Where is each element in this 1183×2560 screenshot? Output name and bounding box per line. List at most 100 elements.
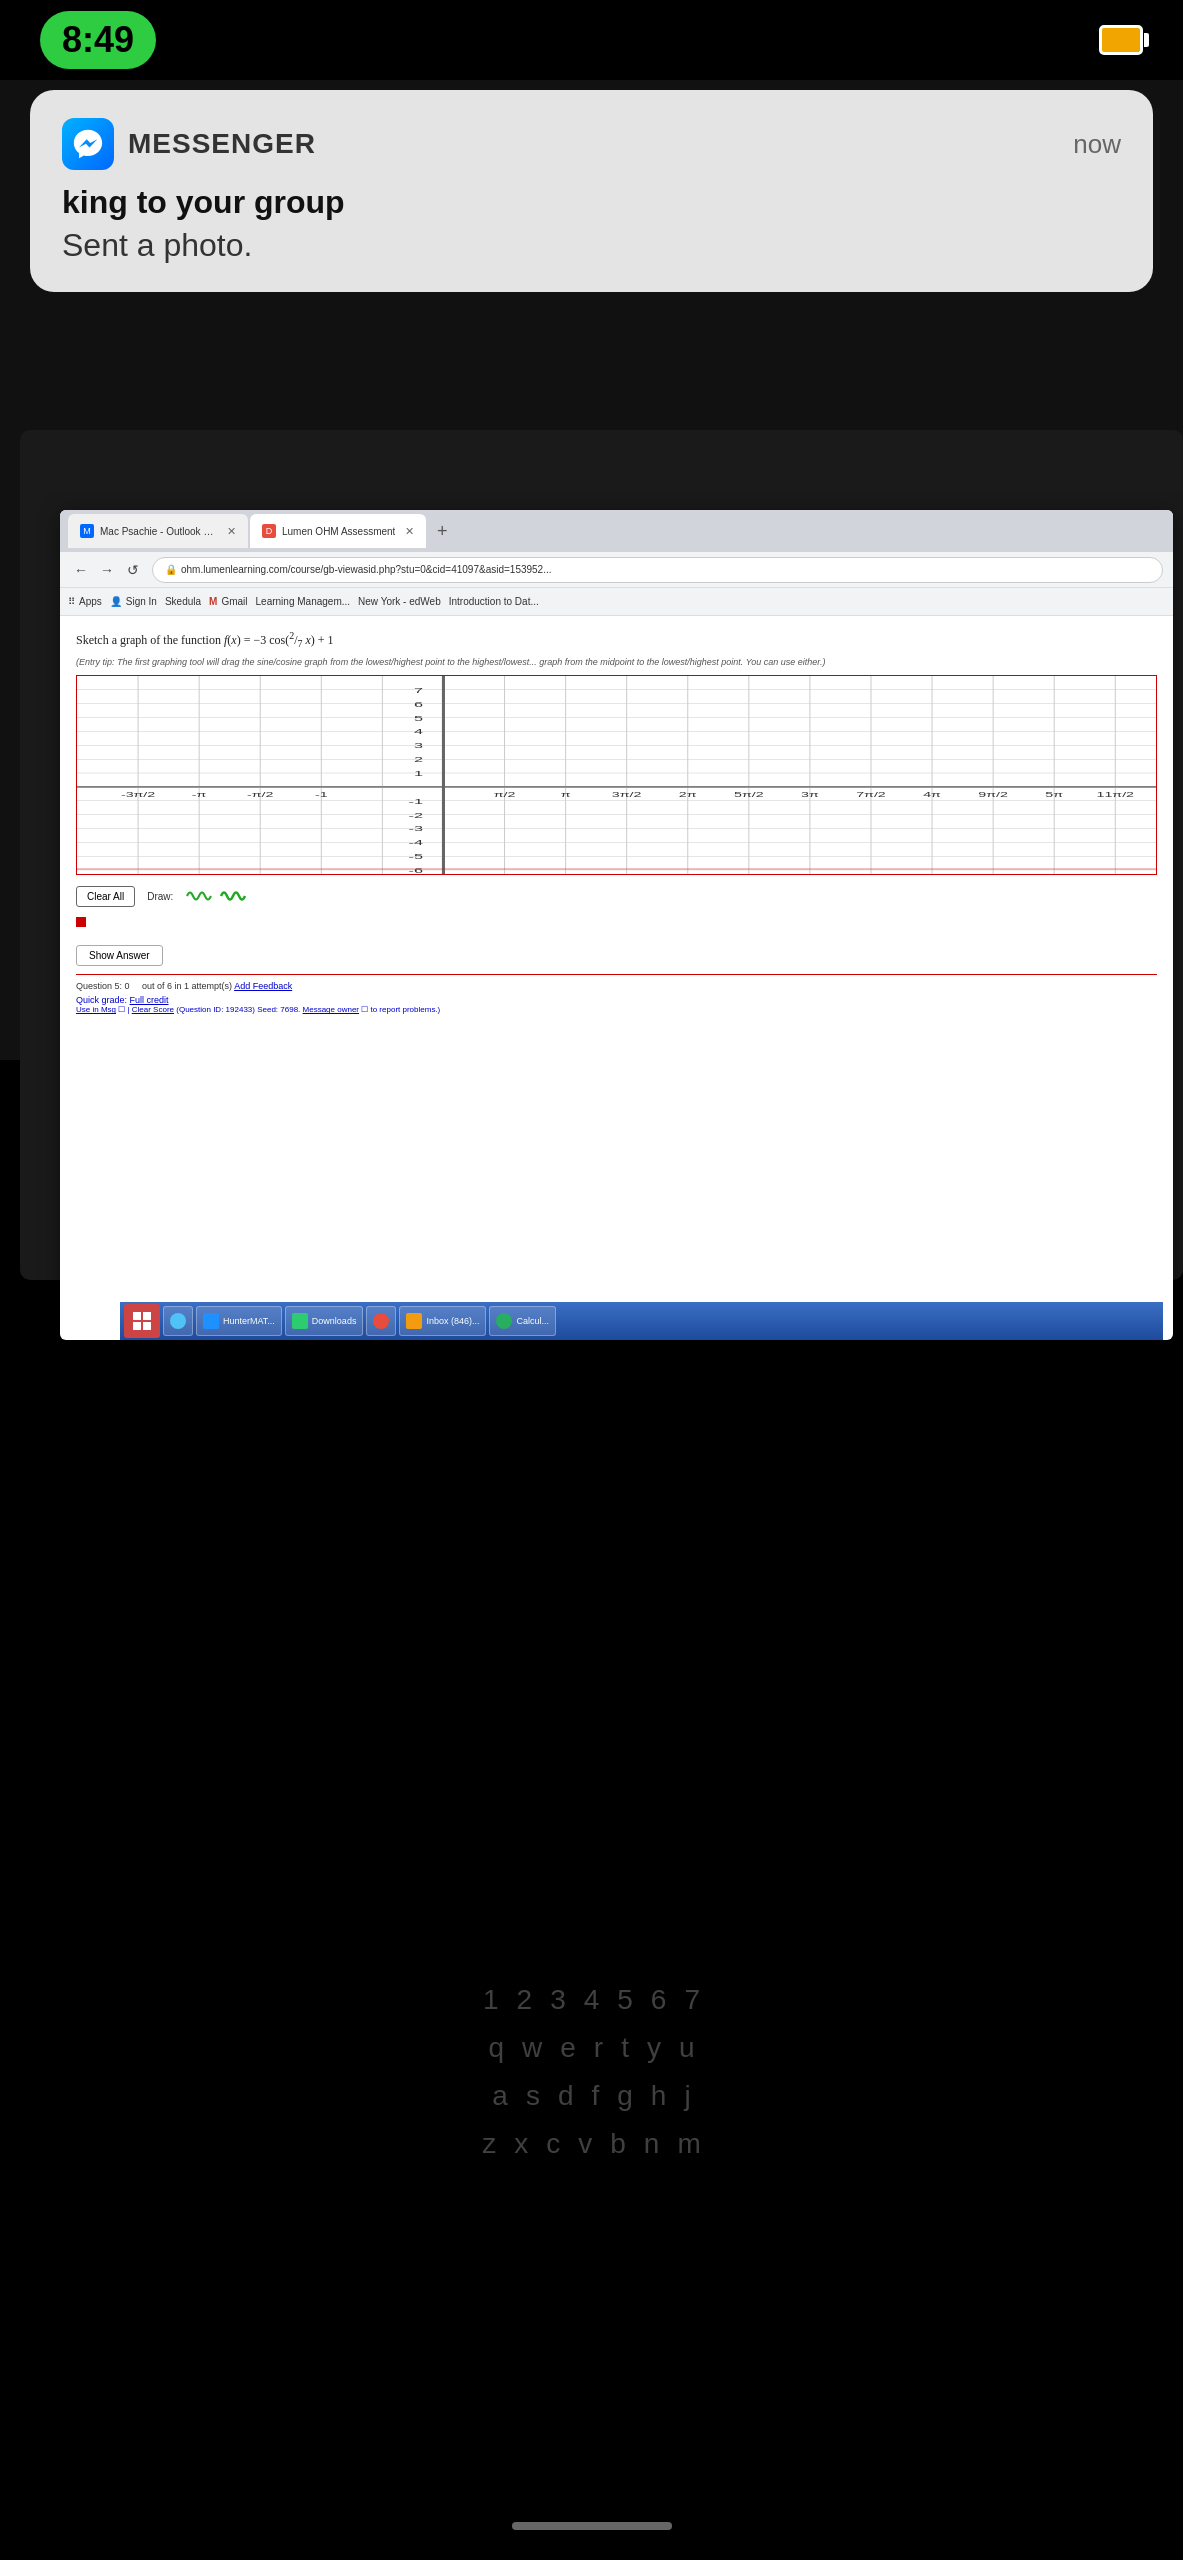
key-4[interactable]: 4 (584, 1984, 600, 2016)
key-h[interactable]: h (651, 2080, 667, 2112)
add-feedback-link[interactable]: Add Feedback (234, 981, 292, 991)
svg-text:11π/2: 11π/2 (1097, 791, 1135, 798)
back-button[interactable]: ← (70, 559, 92, 581)
taskbar-play[interactable] (366, 1306, 396, 1336)
bookmark-gmail[interactable]: M Gmail (209, 596, 247, 607)
keyboard-row-4: z x c v b n m (482, 2128, 700, 2160)
outlook-tab-close[interactable]: ✕ (227, 525, 236, 538)
svg-text:-6: -6 (409, 866, 423, 874)
bookmark-skedula-label: Skedula (165, 596, 201, 607)
windows-logo-icon (132, 1311, 152, 1331)
bookmark-apps[interactable]: ⠿ Apps (68, 596, 102, 607)
bookmark-signin[interactable]: 👤 Sign In (110, 596, 157, 607)
battery-icon (1099, 25, 1143, 55)
question-attempts: out of 6 in 1 attempt(s) (142, 981, 232, 991)
key-d[interactable]: d (558, 2080, 574, 2112)
keyboard-grid: 1 2 3 4 5 6 7 q w e r t y u a s d f g h … (482, 1984, 700, 2176)
key-w[interactable]: w (522, 2032, 542, 2064)
notification-banner[interactable]: MESSENGER now king to your group Sent a … (30, 90, 1153, 292)
start-button[interactable] (124, 1304, 160, 1338)
key-a[interactable]: a (492, 2080, 508, 2112)
key-z[interactable]: z (482, 2128, 496, 2160)
url-bar[interactable]: 🔒 ohm.lumenlearning.com/course/gb-viewas… (152, 557, 1163, 583)
lock-icon: 🔒 (165, 564, 177, 575)
quick-grade-label: Quick grade: (76, 995, 130, 1005)
key-y[interactable]: y (647, 2032, 661, 2064)
svg-text:-3: -3 (409, 824, 423, 833)
outlook-favicon: M (80, 524, 94, 538)
taskbar-calcul[interactable]: Calcul... (489, 1306, 556, 1336)
key-3[interactable]: 3 (550, 1984, 566, 2016)
taskbar-huntermat[interactable]: HunterMAT... (196, 1306, 282, 1336)
url-text: ohm.lumenlearning.com/course/gb-viewasid… (181, 564, 552, 575)
clear-all-button[interactable]: Clear All (76, 886, 135, 907)
bookmark-skedula[interactable]: Skedula (165, 596, 201, 607)
key-c[interactable]: c (546, 2128, 560, 2160)
show-answer-button[interactable]: Show Answer (76, 945, 163, 966)
key-n[interactable]: n (644, 2128, 660, 2160)
svg-rect-64 (133, 1322, 141, 1330)
lumen-tab-close[interactable]: ✕ (405, 525, 414, 538)
key-g[interactable]: g (617, 2080, 633, 2112)
key-b[interactable]: b (610, 2128, 626, 2160)
clear-score-link[interactable]: Clear Score (132, 1005, 174, 1014)
signin-bookmark-icon: 👤 (110, 596, 122, 607)
calcul-icon (496, 1313, 512, 1329)
key-q[interactable]: q (488, 2032, 504, 2064)
messenger-icon (62, 118, 114, 170)
refresh-button[interactable]: ↺ (122, 559, 144, 581)
home-indicator[interactable] (512, 2522, 672, 2530)
svg-text:9π/2: 9π/2 (978, 791, 1008, 798)
status-time: 8:49 (40, 11, 156, 69)
svg-text:3π: 3π (801, 791, 819, 798)
graph-svg: 7 6 5 4 3 2 1 -1 -2 -3 -4 -5 -6 -3π/2 -π… (77, 676, 1156, 874)
bookmark-learning[interactable]: Learning Managem... (256, 596, 351, 607)
bookmark-apps-label: Apps (79, 596, 102, 607)
graph-container[interactable]: 7 6 5 4 3 2 1 -1 -2 -3 -4 -5 -6 -3π/2 -π… (76, 675, 1157, 875)
taskbar-inbox[interactable]: Inbox (846)... (399, 1306, 486, 1336)
key-f[interactable]: f (591, 2080, 599, 2112)
svg-text:-π/2: -π/2 (247, 791, 273, 798)
key-1[interactable]: 1 (483, 1984, 499, 2016)
bookmarks-bar: ⠿ Apps 👤 Sign In Skedula M Gmail Learnin… (60, 588, 1173, 616)
inbox-label: Inbox (846)... (426, 1316, 479, 1326)
svg-text:4: 4 (414, 727, 423, 736)
svg-text:7π/2: 7π/2 (856, 791, 886, 798)
key-s[interactable]: s (526, 2080, 540, 2112)
keyboard-row-3: a s d f g h j (492, 2080, 690, 2112)
use-in-msg-link[interactable]: Use in Msg (76, 1005, 116, 1014)
graph-controls: Clear All Draw: (76, 885, 1157, 907)
key-7[interactable]: 7 (684, 1984, 700, 2016)
tab-outlook[interactable]: M Mac Psachie - Outlook Web App ✕ (68, 514, 248, 548)
svg-text:-4: -4 (409, 838, 423, 847)
taskbar-browser[interactable] (163, 1306, 193, 1336)
message-owner-link[interactable]: Message owner (303, 1005, 359, 1014)
key-r[interactable]: r (594, 2032, 603, 2064)
bookmark-gmail-label: Gmail (221, 596, 247, 607)
question-info: Question 5: 0 out of 6 in 1 attempt(s) A… (76, 981, 1157, 991)
bookmark-learning-label: Learning Managem... (256, 596, 351, 607)
notification-app-name: MESSENGER (128, 128, 316, 160)
bookmark-newyork[interactable]: New York - edWeb (358, 596, 441, 607)
full-credit-link[interactable]: Full credit (130, 995, 169, 1005)
svg-text:-3π/2: -3π/2 (121, 791, 155, 798)
key-v[interactable]: v (578, 2128, 592, 2160)
key-t[interactable]: t (621, 2032, 629, 2064)
tab-lumen[interactable]: D Lumen OHM Assessment ✕ (250, 514, 426, 548)
key-u[interactable]: u (679, 2032, 695, 2064)
key-6[interactable]: 6 (651, 1984, 667, 2016)
forward-button[interactable]: → (96, 559, 118, 581)
taskbar-downloads[interactable]: Downloads (285, 1306, 364, 1336)
bookmark-intro[interactable]: Introduction to Dat... (449, 596, 539, 607)
key-m[interactable]: m (677, 2128, 700, 2160)
key-2[interactable]: 2 (517, 1984, 533, 2016)
draw-wave-icon-1[interactable] (185, 885, 215, 907)
key-5[interactable]: 5 (617, 1984, 633, 2016)
new-tab-button[interactable]: + (428, 517, 456, 545)
key-j[interactable]: j (684, 2080, 690, 2112)
draw-wave-icon-2[interactable] (219, 885, 249, 907)
svg-text:π/2: π/2 (494, 791, 516, 798)
apps-bookmark-icon: ⠿ (68, 596, 75, 607)
key-x[interactable]: x (514, 2128, 528, 2160)
key-e[interactable]: e (560, 2032, 576, 2064)
